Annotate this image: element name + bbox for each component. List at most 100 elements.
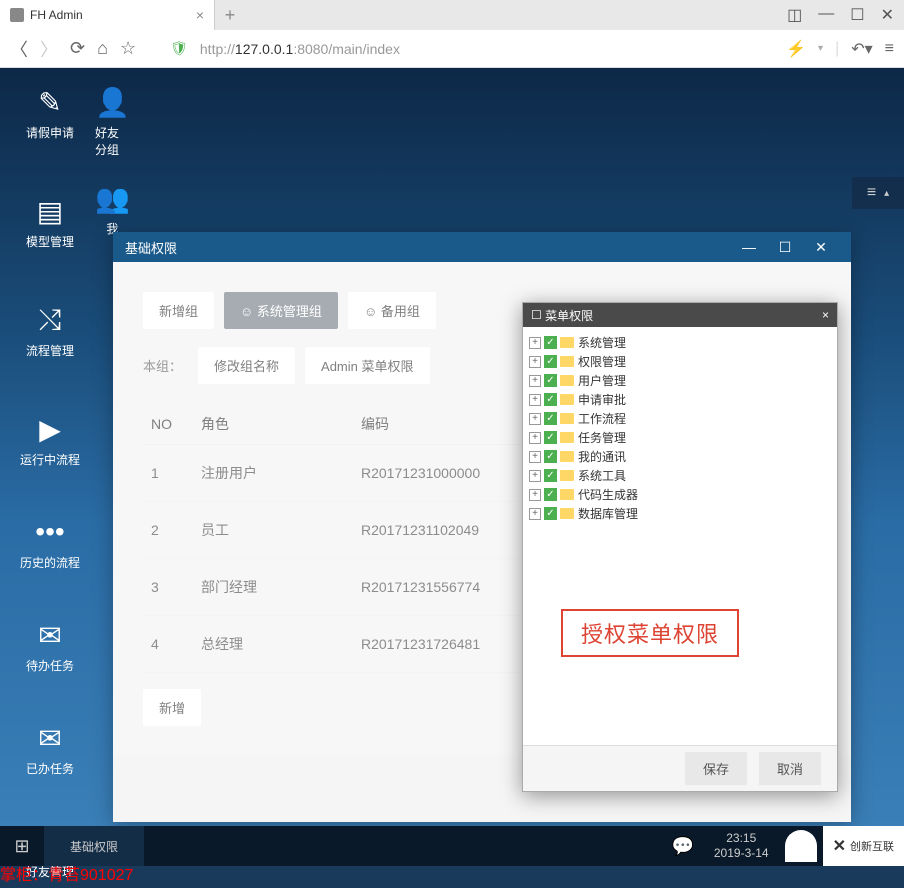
add-role-button[interactable]: 新增 (143, 689, 201, 726)
tree-node[interactable]: +✓用户管理 (529, 371, 831, 390)
checkbox-icon[interactable]: ✓ (544, 355, 557, 368)
sidebar-item-pending[interactable]: ✉待办任务 (0, 601, 100, 682)
admin-menu-perm-button[interactable]: Admin 菜单权限 (305, 347, 429, 384)
favorite-button[interactable]: ☆ (120, 38, 136, 59)
expand-icon[interactable]: + (529, 356, 541, 368)
tree-node[interactable]: +✓ 数据库管理 (529, 504, 831, 523)
minimize-window-icon[interactable]: — (818, 5, 834, 25)
col-role: 角色 (193, 404, 353, 445)
sidebar-item-process[interactable]: ⤭流程管理 (0, 286, 100, 367)
tree-node[interactable]: +✓ 任务管理 (529, 428, 831, 447)
tree-node[interactable]: +✓ 系统工具 (529, 466, 831, 485)
list-icon[interactable]: ≡ (867, 184, 876, 202)
window-icon: ☐ (531, 308, 542, 322)
avatar-icon[interactable] (785, 830, 817, 862)
tree-node[interactable]: +✓权限管理 (529, 352, 831, 371)
checkbox-icon[interactable]: ✓ (544, 450, 557, 463)
sidebar-item-running[interactable]: ▶运行中流程 (0, 395, 100, 476)
user-icon: ☺ (240, 304, 253, 319)
person-icon: 👤 (95, 86, 130, 118)
dots-icon: ••• (35, 516, 64, 548)
expand-icon[interactable]: + (529, 394, 541, 406)
expand-icon[interactable]: + (529, 470, 541, 482)
tree-node[interactable]: +✓我的通讯 (529, 447, 831, 466)
rename-group-button[interactable]: 修改组名称 (198, 347, 295, 384)
checkbox-icon[interactable]: ✓ (544, 393, 557, 406)
system-group-tab[interactable]: ☺ 系统管理组 (224, 292, 338, 329)
tree-node[interactable]: +✓申请审批 (529, 390, 831, 409)
sidebar-item-history[interactable]: •••历史的流程 (0, 498, 100, 579)
back-button[interactable]: 〈 (10, 36, 28, 62)
expand-icon[interactable]: + (529, 413, 541, 425)
checkbox-icon[interactable]: ✓ (544, 488, 557, 501)
shield-icon[interactable]: 🛡 (170, 40, 188, 57)
close-window-icon[interactable]: ✕ (881, 5, 894, 25)
sidebar-item-model[interactable]: ▤模型管理 (0, 177, 100, 258)
folder-icon (560, 337, 574, 348)
message-icon[interactable]: 💬 (661, 836, 703, 857)
tree-label: 数据库管理 (578, 505, 638, 522)
checkbox-icon[interactable]: ✓ (544, 336, 557, 349)
dropdown-icon[interactable]: ▾ (818, 43, 823, 54)
folder-icon (560, 375, 574, 386)
browser-tab[interactable]: FH Admin × (0, 0, 215, 30)
tree-modal-close-icon[interactable]: × (822, 308, 829, 322)
spare-group-tab[interactable]: ☺ 备用组 (348, 292, 436, 329)
modal-menu-permission: ☐ 菜单权限 × +✓系统管理+✓权限管理+✓用户管理+✓申请审批+✓工作流程+… (522, 302, 838, 792)
sidebar-item-leave[interactable]: ✎请假申请 (0, 68, 100, 149)
expand-icon[interactable]: + (529, 337, 541, 349)
checkbox-icon[interactable]: ✓ (544, 412, 557, 425)
undo-icon[interactable]: ↶▾ (851, 39, 872, 59)
tree-label: 系统工具 (578, 467, 626, 484)
tree-modal-footer: 保存 取消 (523, 745, 837, 791)
sidebar-item-done[interactable]: ✉已办任务 (0, 704, 100, 785)
modal-titlebar[interactable]: 基础权限 — ☐ ✕ (113, 232, 851, 262)
new-group-button[interactable]: 新增组 (143, 292, 214, 329)
modal-maximize-icon[interactable]: ☐ (767, 239, 803, 256)
checkbox-icon[interactable]: ✓ (544, 374, 557, 387)
menu-icon[interactable]: ≡ (885, 40, 894, 58)
save-button[interactable]: 保存 (685, 752, 747, 785)
col-no: NO (143, 404, 193, 445)
edit-icon: ✎ (38, 86, 61, 118)
shuffle-icon: ⤭ (39, 304, 61, 336)
folder-icon (560, 470, 574, 481)
tree-node[interactable]: +✓ 代码生成器 (529, 485, 831, 504)
new-tab-button[interactable]: + (215, 5, 245, 26)
checkbox-icon[interactable]: ✓ (544, 469, 557, 482)
close-tab-icon[interactable]: × (196, 7, 204, 23)
users-icon: ☺ (364, 304, 377, 319)
app-topbar-right: ≡ ▴ (852, 177, 904, 209)
modal-minimize-icon[interactable]: — (731, 239, 767, 255)
folder-icon (560, 394, 574, 405)
checkbox-icon[interactable]: ✓ (544, 431, 557, 444)
sidebar-item-friend-group[interactable]: 👤好友分组 (95, 68, 130, 166)
expand-icon[interactable]: + (529, 432, 541, 444)
caret-icon[interactable]: ▴ (884, 188, 889, 199)
tree-label: 任务管理 (578, 429, 626, 446)
taskbar-task[interactable]: 基础权限 (44, 826, 144, 866)
modal-close-icon[interactable]: ✕ (803, 239, 839, 256)
cancel-button[interactable]: 取消 (759, 752, 821, 785)
checkbox-icon[interactable]: ✓ (544, 507, 557, 520)
tree-node[interactable]: +✓系统管理 (529, 333, 831, 352)
taskbar-clock[interactable]: 23:15 2019-3-14 (704, 831, 779, 861)
folder-icon (560, 432, 574, 443)
speed-icon[interactable]: ⚡ (786, 39, 806, 59)
tree-modal-titlebar[interactable]: ☐ 菜单权限 × (523, 303, 837, 327)
tree-label: 代码生成器 (578, 486, 638, 503)
address-bar[interactable]: http://127.0.0.1:8080/main/index (200, 41, 774, 57)
watermark-text: 掌柜：青苔901027 (0, 861, 133, 885)
home-button[interactable]: ⌂ (97, 38, 108, 59)
maximize-window-icon[interactable]: ☐ (850, 5, 864, 25)
tree-node[interactable]: +✓工作流程 (529, 409, 831, 428)
start-button[interactable]: ⊞ (0, 836, 44, 857)
expand-icon[interactable]: + (529, 489, 541, 501)
expand-icon[interactable]: + (529, 451, 541, 463)
tree-body[interactable]: +✓系统管理+✓权限管理+✓用户管理+✓申请审批+✓工作流程+✓任务管理+✓我的… (523, 327, 837, 745)
expand-icon[interactable]: + (529, 508, 541, 520)
expand-icon[interactable]: + (529, 375, 541, 387)
brand-logo[interactable]: ✕ 创新互联 (823, 826, 904, 866)
extension-icon[interactable]: ◫ (787, 5, 802, 25)
reload-button[interactable]: ⟳ (70, 38, 85, 59)
